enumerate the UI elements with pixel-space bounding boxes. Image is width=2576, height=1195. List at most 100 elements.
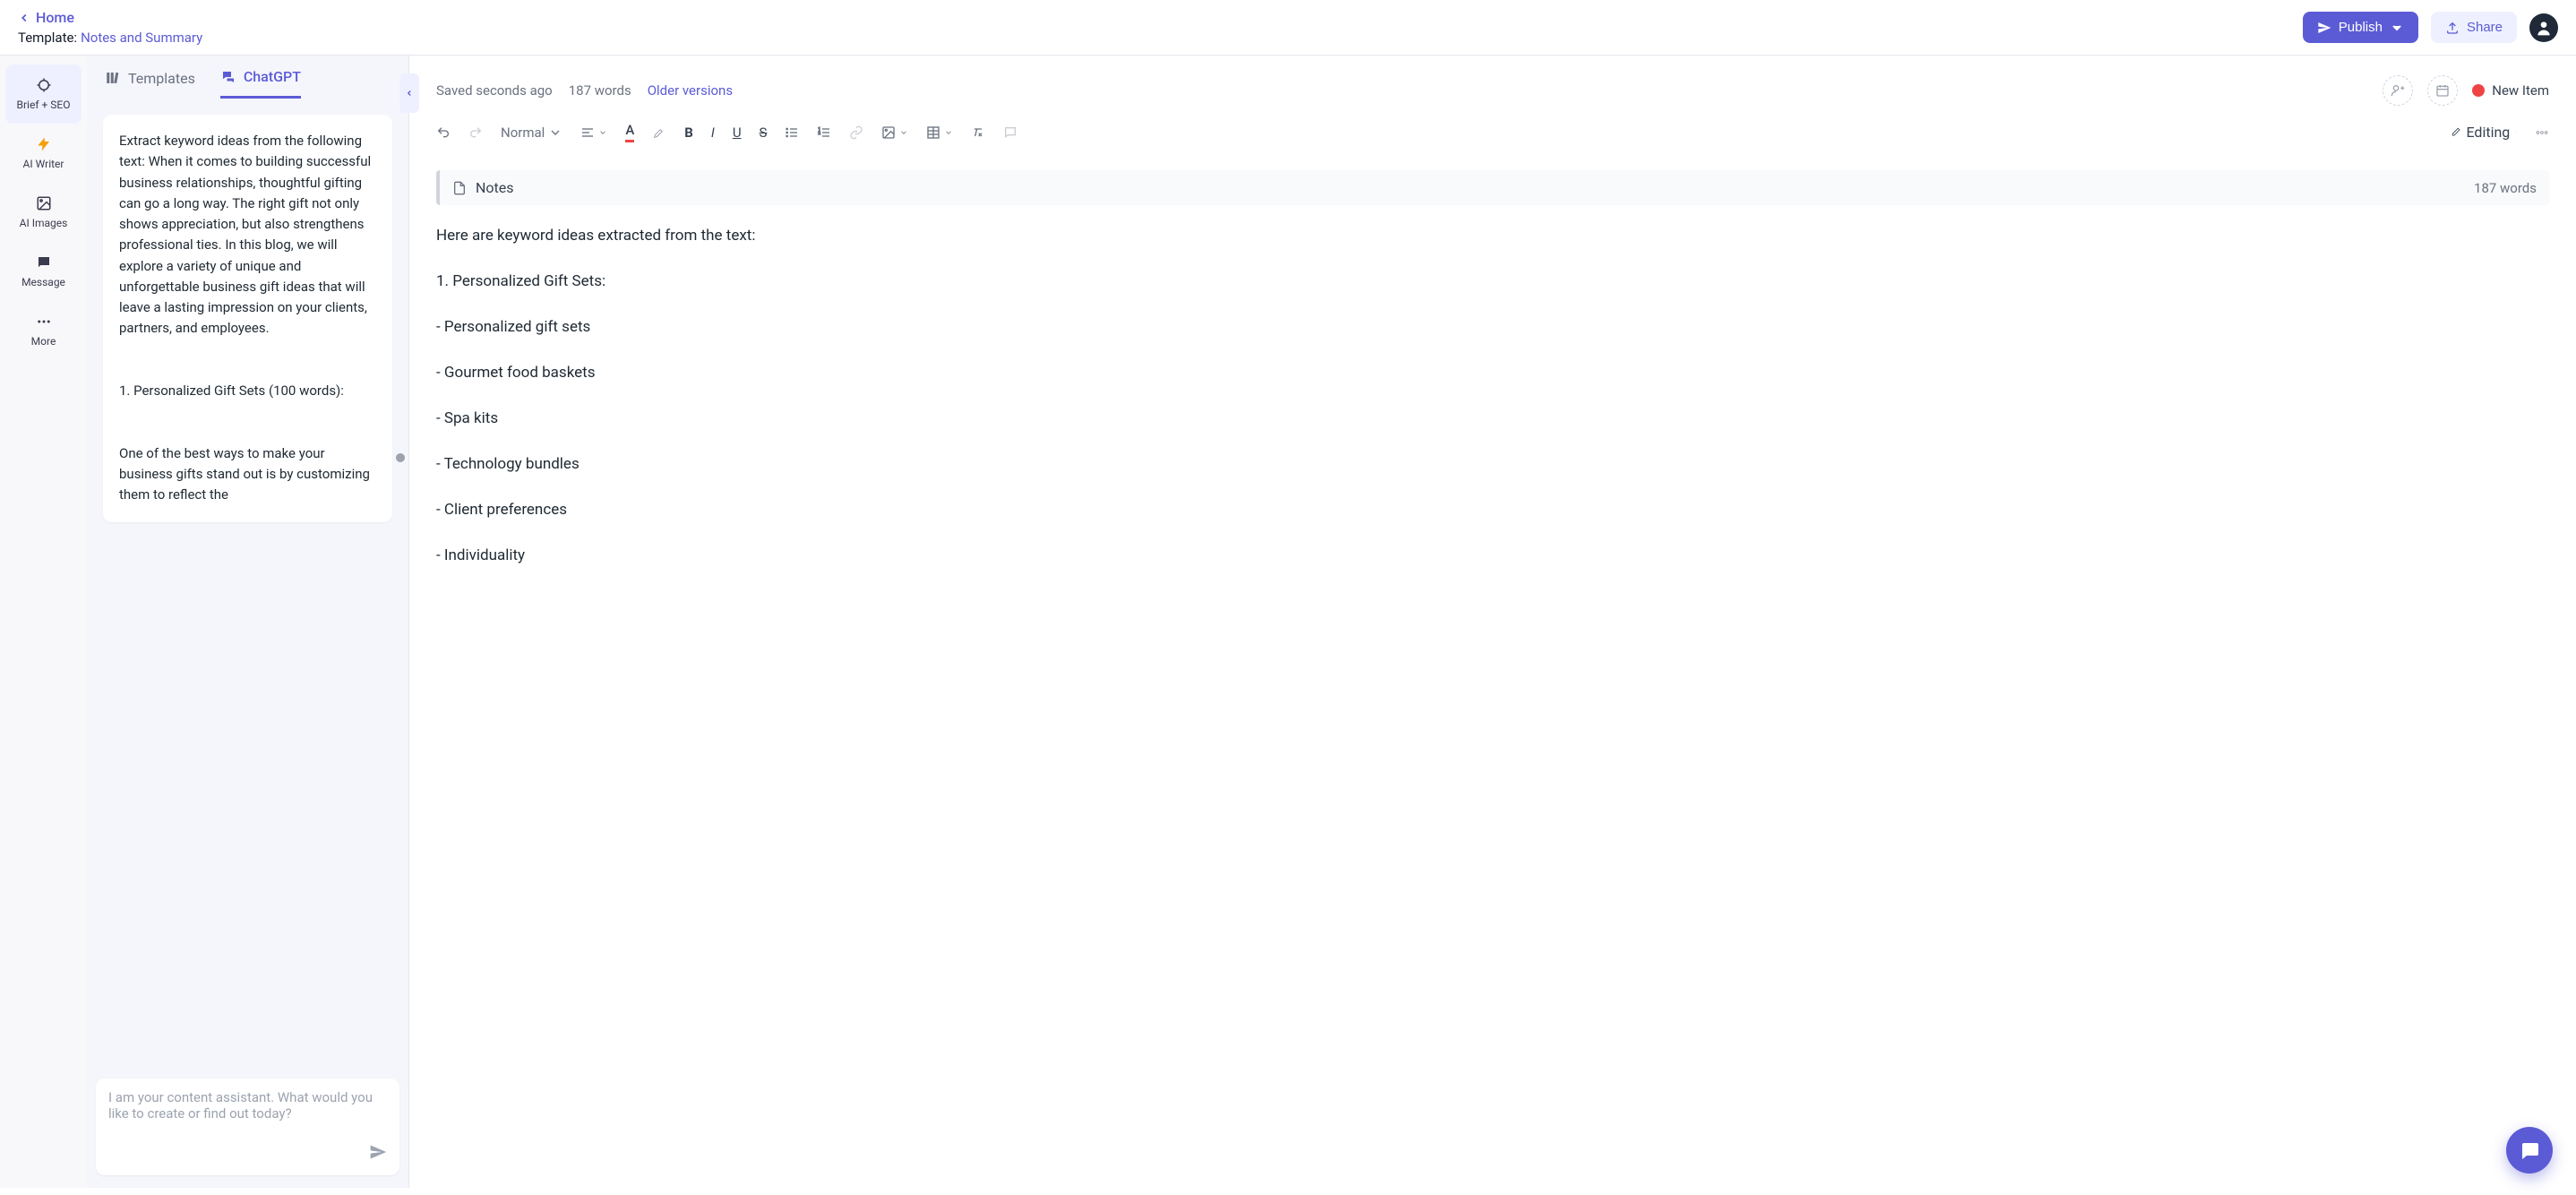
calendar-icon <box>2435 83 2450 98</box>
highlighter-icon <box>652 125 666 140</box>
nav-label: Message <box>21 276 65 288</box>
editor-status-line: Saved seconds ago 187 words Older versio… <box>436 75 2549 106</box>
editor: Saved seconds ago 187 words Older versio… <box>409 56 2576 1188</box>
highlight-button[interactable] <box>652 125 666 140</box>
ordered-list-button[interactable]: 12 <box>817 125 831 140</box>
comment-button[interactable] <box>1003 125 1018 140</box>
chevron-down-icon <box>899 125 908 140</box>
send-icon <box>369 1143 387 1161</box>
publish-button[interactable]: Publish <box>2303 12 2418 43</box>
person-icon <box>2535 19 2553 37</box>
home-link[interactable]: Home <box>18 9 202 26</box>
link-button[interactable] <box>849 125 863 140</box>
status-right: New Item <box>2383 75 2549 106</box>
send-icon <box>2317 21 2331 35</box>
dots-icon <box>36 314 52 330</box>
schedule-button[interactable] <box>2427 75 2458 106</box>
top-bar: Home Template: Notes and Summary Publish… <box>0 0 2576 56</box>
italic-button[interactable]: I <box>711 125 715 141</box>
clear-format-button[interactable] <box>971 125 985 140</box>
chat-bubbles-icon <box>220 69 236 85</box>
chat-icon <box>2519 1139 2540 1161</box>
new-item-indicator[interactable]: New Item <box>2472 82 2549 99</box>
editing-label: Editing <box>2466 124 2510 141</box>
document-icon <box>452 181 467 195</box>
nav-more[interactable]: More <box>5 301 82 360</box>
ordered-list-icon: 12 <box>817 125 831 140</box>
nav-brief-seo[interactable]: Brief + SEO <box>5 64 82 124</box>
underline-button[interactable]: U <box>733 125 742 141</box>
redo-icon <box>468 125 483 140</box>
tab-label: Templates <box>128 70 195 87</box>
editor-toolbar: Normal A B I U S 12 Editing <box>436 106 2549 154</box>
scroll-thumb[interactable] <box>396 453 405 462</box>
editing-mode-dropdown[interactable]: Editing <box>2451 124 2517 141</box>
text-color-button[interactable]: A <box>625 122 634 142</box>
bullet-list-icon <box>785 125 799 140</box>
chat-input-wrap <box>87 1079 408 1188</box>
undo-icon <box>436 125 451 140</box>
bullet-list-button[interactable] <box>785 125 799 140</box>
help-chat-fab[interactable] <box>2506 1127 2553 1174</box>
saved-status: Saved seconds ago <box>436 82 553 99</box>
chat-textarea[interactable] <box>108 1089 387 1143</box>
home-label: Home <box>36 9 74 26</box>
style-label: Normal <box>501 125 545 141</box>
table-icon <box>926 125 940 140</box>
crosshair-icon <box>36 77 52 93</box>
chevron-down-icon <box>548 125 562 140</box>
svg-text:2: 2 <box>819 131 821 136</box>
avatar[interactable] <box>2529 13 2558 42</box>
tab-label: ChatGPT <box>244 68 301 85</box>
more-toolbar-button[interactable] <box>2535 125 2549 140</box>
chat-input <box>96 1079 399 1175</box>
undo-button[interactable] <box>436 125 451 140</box>
publish-label: Publish <box>2339 20 2383 35</box>
chat-scroll[interactable]: Extract keyword ideas from the following… <box>87 99 408 1079</box>
status-left: Saved seconds ago 187 words Older versio… <box>436 82 733 99</box>
align-dropdown[interactable] <box>580 125 607 140</box>
older-versions-link[interactable]: Older versions <box>648 82 733 99</box>
word-count: 187 words <box>569 82 631 99</box>
user-plus-icon <box>2391 83 2405 98</box>
notes-label-group: Notes <box>452 179 514 196</box>
upload-icon <box>2445 21 2460 35</box>
template-line: Template: Notes and Summary <box>18 30 202 46</box>
clear-format-icon <box>971 125 985 140</box>
chat-panel: Templates ChatGPT Extract keyword ideas … <box>87 56 409 1188</box>
chevron-down-icon <box>598 125 607 140</box>
nav-message[interactable]: Message <box>5 242 82 301</box>
add-user-button[interactable] <box>2383 75 2413 106</box>
document-content[interactable]: Here are keyword ideas extracted from th… <box>436 205 2549 1168</box>
strike-button[interactable]: S <box>760 125 768 141</box>
comment-icon <box>1003 125 1018 140</box>
nav-ai-writer[interactable]: AI Writer <box>5 124 82 183</box>
nav-label: Brief + SEO <box>17 99 71 111</box>
image-dropdown[interactable] <box>881 125 908 140</box>
send-button[interactable] <box>369 1143 387 1165</box>
template-prefix: Template: <box>18 30 77 46</box>
nav-ai-images[interactable]: AI Images <box>5 183 82 242</box>
redo-button[interactable] <box>468 125 483 140</box>
template-name[interactable]: Notes and Summary <box>81 30 202 46</box>
dots-icon <box>2535 125 2549 140</box>
tab-templates[interactable]: Templates <box>105 68 195 99</box>
notes-header-block: Notes 187 words <box>436 170 2549 205</box>
bold-button[interactable]: B <box>684 125 693 141</box>
new-item-label: New Item <box>2492 82 2549 99</box>
chevron-left-icon <box>18 12 30 24</box>
paragraph-style-dropdown[interactable]: Normal <box>501 125 562 141</box>
image-icon <box>36 195 52 211</box>
chevron-down-icon <box>2515 132 2517 133</box>
left-nav: Brief + SEO AI Writer AI Images Message … <box>0 56 87 1188</box>
nav-label: AI Writer <box>23 158 64 170</box>
chat-icon <box>36 254 52 271</box>
tab-chatgpt[interactable]: ChatGPT <box>220 68 301 99</box>
table-dropdown[interactable] <box>926 125 953 140</box>
chat-message: Extract keyword ideas from the following… <box>103 115 392 522</box>
share-button[interactable]: Share <box>2431 12 2517 43</box>
chevron-down-icon <box>944 125 953 140</box>
library-icon <box>105 70 121 86</box>
image-icon <box>881 125 896 140</box>
pencil-icon <box>2451 127 2460 136</box>
